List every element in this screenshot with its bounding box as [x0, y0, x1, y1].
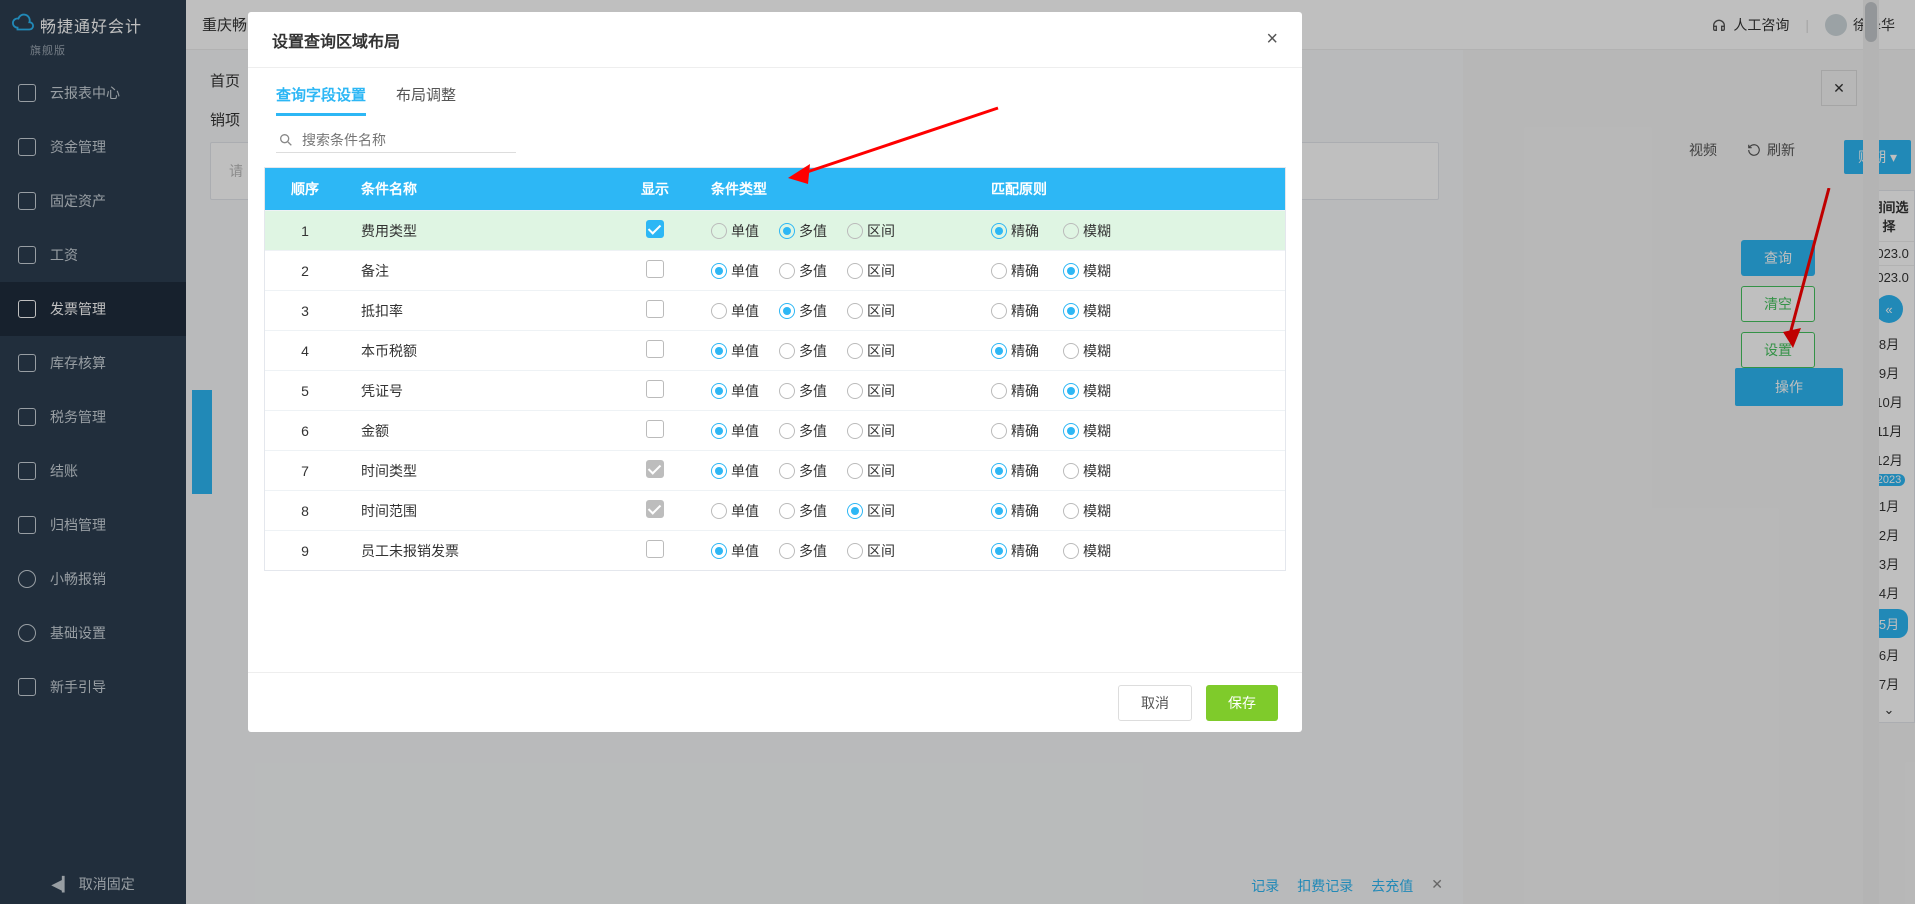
radio-type-range[interactable]: 区间 — [847, 341, 895, 361]
radio-type-single[interactable]: 单值 — [711, 221, 759, 241]
show-checkbox[interactable] — [646, 380, 664, 398]
radio-type-multi[interactable]: 多值 — [779, 221, 827, 241]
search-icon — [278, 132, 294, 148]
radio-match-exact[interactable]: 精确 — [991, 221, 1039, 241]
cell-order: 7 — [265, 463, 345, 479]
cell-name: 员工未报销发票 — [345, 541, 615, 561]
radio-match-fuzzy[interactable]: 模糊 — [1063, 261, 1111, 281]
show-checkbox — [646, 460, 664, 478]
radio-match-exact[interactable]: 精确 — [991, 261, 1039, 281]
radio-match-fuzzy[interactable]: 模糊 — [1063, 501, 1111, 521]
tab-query-fields[interactable]: 查询字段设置 — [276, 84, 366, 116]
table-row: 4本币税额 单值多值区间 精确 模糊 — [265, 330, 1285, 370]
radio-type-multi[interactable]: 多值 — [779, 461, 827, 481]
radio-match-exact[interactable]: 精确 — [991, 461, 1039, 481]
radio-type-range[interactable]: 区间 — [847, 261, 895, 281]
radio-match-fuzzy[interactable]: 模糊 — [1063, 421, 1111, 441]
radio-type-range[interactable]: 区间 — [847, 301, 895, 321]
radio-type-single[interactable]: 单值 — [711, 381, 759, 401]
radio-type-multi[interactable]: 多值 — [779, 381, 827, 401]
radio-match-exact[interactable]: 精确 — [991, 421, 1039, 441]
save-button[interactable]: 保存 — [1206, 685, 1278, 721]
radio-type-multi[interactable]: 多值 — [779, 301, 827, 321]
table-row: 9员工未报销发票 单值多值区间 精确 模糊 — [265, 530, 1285, 570]
cell-order: 2 — [265, 263, 345, 279]
radio-type-single[interactable]: 单值 — [711, 461, 759, 481]
table-row: 5凭证号 单值多值区间 精确 模糊 — [265, 370, 1285, 410]
cell-name: 抵扣率 — [345, 301, 615, 321]
radio-match-exact[interactable]: 精确 — [991, 501, 1039, 521]
radio-match-fuzzy[interactable]: 模糊 — [1063, 301, 1111, 321]
modal-close-button[interactable]: × — [1266, 28, 1278, 51]
show-checkbox[interactable] — [646, 340, 664, 358]
radio-type-single[interactable]: 单值 — [711, 501, 759, 521]
table-row: 6金额 单值多值区间 精确 模糊 — [265, 410, 1285, 450]
table-row: 7时间类型 单值多值区间 精确 模糊 — [265, 450, 1285, 490]
radio-type-range[interactable]: 区间 — [847, 541, 895, 561]
radio-type-single[interactable]: 单值 — [711, 421, 759, 441]
radio-type-single[interactable]: 单值 — [711, 301, 759, 321]
radio-match-exact[interactable]: 精确 — [991, 541, 1039, 561]
cell-order: 6 — [265, 423, 345, 439]
radio-match-fuzzy[interactable]: 模糊 — [1063, 381, 1111, 401]
cell-order: 3 — [265, 303, 345, 319]
radio-type-single[interactable]: 单值 — [711, 341, 759, 361]
show-checkbox[interactable] — [646, 540, 664, 558]
radio-type-multi[interactable]: 多值 — [779, 341, 827, 361]
radio-type-multi[interactable]: 多值 — [779, 541, 827, 561]
radio-type-multi[interactable]: 多值 — [779, 421, 827, 441]
col-match: 匹配原则 — [975, 179, 1285, 199]
cell-order: 8 — [265, 503, 345, 519]
cell-name: 时间范围 — [345, 501, 615, 521]
cell-name: 时间类型 — [345, 461, 615, 481]
cell-order: 9 — [265, 543, 345, 559]
cell-order: 1 — [265, 223, 345, 239]
cell-name: 本币税额 — [345, 341, 615, 361]
table-header: 顺序 条件名称 显示 条件类型 匹配原则 — [265, 168, 1285, 210]
col-type: 条件类型 — [695, 179, 975, 199]
radio-match-fuzzy[interactable]: 模糊 — [1063, 341, 1111, 361]
show-checkbox — [646, 500, 664, 518]
show-checkbox[interactable] — [646, 220, 664, 238]
cell-order: 5 — [265, 383, 345, 399]
cell-name: 金额 — [345, 421, 615, 441]
col-show: 显示 — [615, 179, 695, 199]
radio-match-exact[interactable]: 精确 — [991, 301, 1039, 321]
radio-match-exact[interactable]: 精确 — [991, 381, 1039, 401]
radio-type-range[interactable]: 区间 — [847, 461, 895, 481]
col-order: 顺序 — [265, 179, 345, 199]
conditions-table: 顺序 条件名称 显示 条件类型 匹配原则 1费用类型单值多值区间精确模糊2备注单… — [264, 167, 1286, 571]
radio-match-fuzzy[interactable]: 模糊 — [1063, 461, 1111, 481]
radio-type-range[interactable]: 区间 — [847, 221, 895, 241]
radio-match-exact[interactable]: 精确 — [991, 341, 1039, 361]
table-row: 3抵扣率 单值多值区间 精确 模糊 — [265, 290, 1285, 330]
radio-match-fuzzy[interactable]: 模糊 — [1063, 541, 1111, 561]
cell-name: 备注 — [345, 261, 615, 281]
show-checkbox[interactable] — [646, 260, 664, 278]
radio-type-range[interactable]: 区间 — [847, 381, 895, 401]
table-row: 8时间范围 单值多值区间 精确 模糊 — [265, 490, 1285, 530]
radio-type-multi[interactable]: 多值 — [779, 501, 827, 521]
modal-title: 设置查询区域布局 — [272, 28, 400, 52]
table-row: 1费用类型 单值多值区间 精确 模糊 — [265, 210, 1285, 250]
radio-match-fuzzy[interactable]: 模糊 — [1063, 221, 1111, 241]
search-input[interactable] — [302, 132, 514, 148]
col-name: 条件名称 — [345, 179, 615, 199]
cell-order: 4 — [265, 343, 345, 359]
cell-name: 凭证号 — [345, 381, 615, 401]
show-checkbox[interactable] — [646, 420, 664, 438]
show-checkbox[interactable] — [646, 300, 664, 318]
radio-type-multi[interactable]: 多值 — [779, 261, 827, 281]
radio-type-range[interactable]: 区间 — [847, 421, 895, 441]
table-row: 2备注 单值多值区间 精确 模糊 — [265, 250, 1285, 290]
radio-type-range[interactable]: 区间 — [847, 501, 895, 521]
cell-name: 费用类型 — [345, 221, 615, 241]
cancel-button[interactable]: 取消 — [1118, 685, 1192, 721]
tab-layout[interactable]: 布局调整 — [396, 84, 456, 116]
query-layout-modal: 设置查询区域布局 × 查询字段设置 布局调整 顺序 条件名称 显示 条件类型 匹… — [248, 12, 1302, 732]
radio-type-single[interactable]: 单值 — [711, 541, 759, 561]
radio-type-single[interactable]: 单值 — [711, 261, 759, 281]
search-input-wrap[interactable] — [276, 128, 516, 153]
